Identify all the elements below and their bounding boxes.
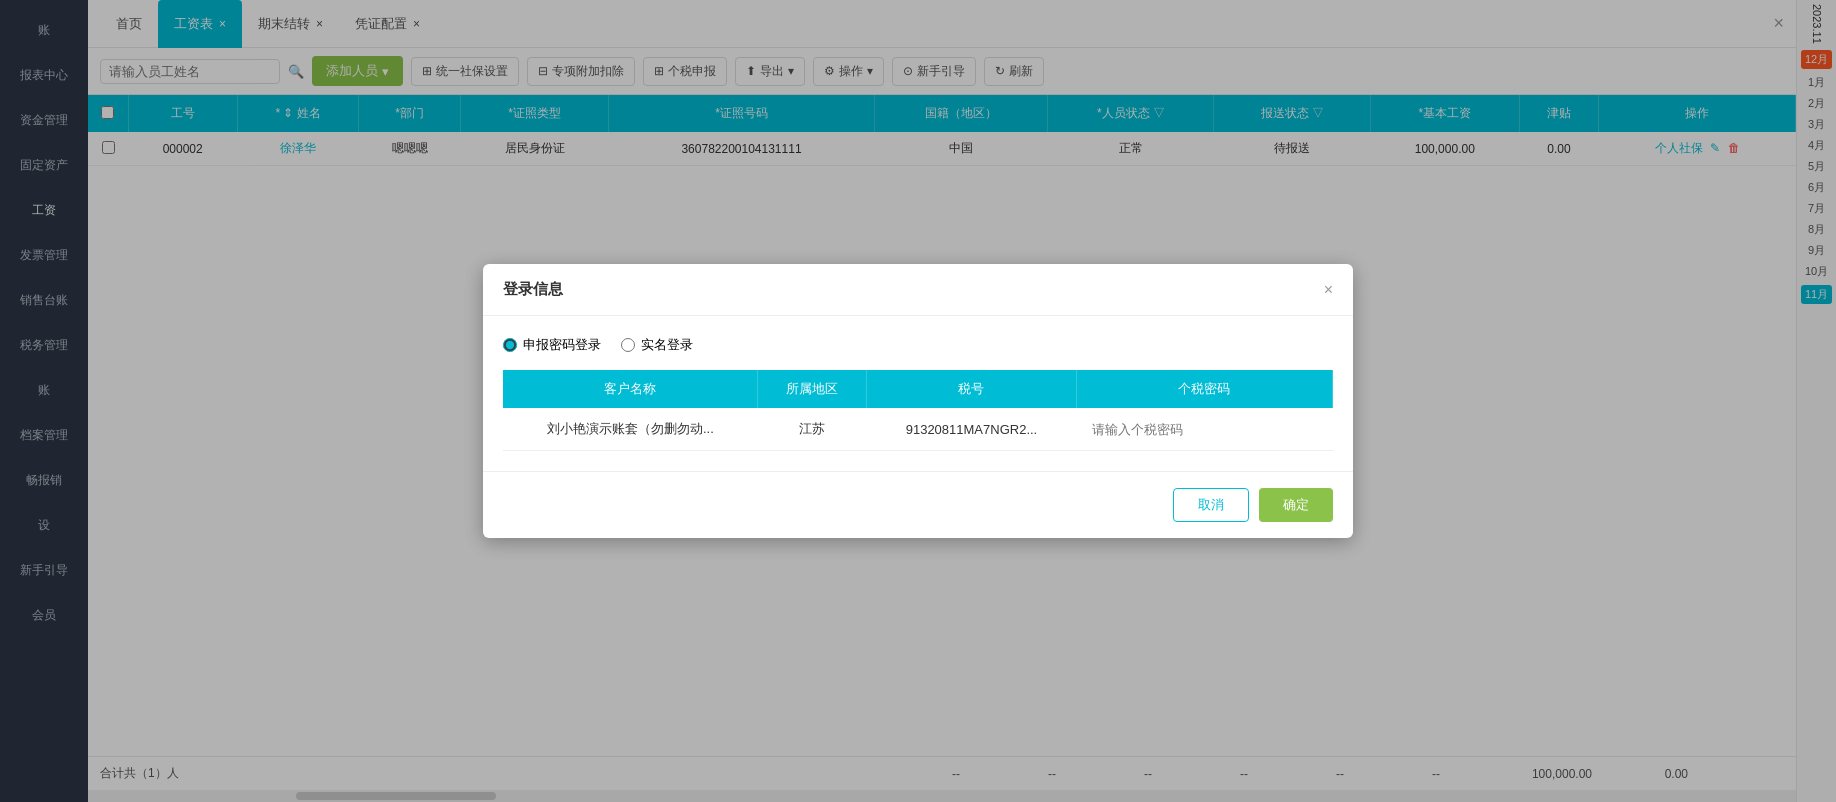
- tax-password-input-cell: [1076, 408, 1332, 451]
- login-modal: 登录信息 × 申报密码登录 实名登录 客户名称 所属地区: [483, 264, 1353, 538]
- modal-col-name: 客户名称: [503, 370, 758, 408]
- modal-col-region: 所属地区: [758, 370, 867, 408]
- modal-close-button[interactable]: ×: [1324, 281, 1333, 299]
- modal-col-tax-no: 税号: [867, 370, 1077, 408]
- radio-realname-login[interactable]: 实名登录: [621, 336, 693, 354]
- confirm-button[interactable]: 确定: [1259, 488, 1333, 522]
- tax-password-input[interactable]: [1092, 422, 1316, 437]
- client-name: 刘小艳演示账套（勿删勿动...: [503, 408, 758, 451]
- radio-password-login[interactable]: 申报密码登录: [503, 336, 601, 354]
- modal-header: 登录信息 ×: [483, 264, 1353, 316]
- modal-overlay: 登录信息 × 申报密码登录 实名登录 客户名称 所属地区: [0, 0, 1836, 802]
- radio-password-input[interactable]: [503, 338, 517, 352]
- client-tax-no: 91320811MA7NGR2...: [867, 408, 1077, 451]
- modal-col-password: 个税密码: [1076, 370, 1332, 408]
- cancel-button[interactable]: 取消: [1173, 488, 1249, 522]
- modal-footer: 取消 确定: [483, 471, 1353, 538]
- modal-title: 登录信息: [503, 280, 563, 299]
- login-type-radio-group: 申报密码登录 实名登录: [503, 336, 1333, 354]
- login-info-table: 客户名称 所属地区 税号 个税密码 刘小艳演示账套（勿删勿动... 江苏 913…: [503, 370, 1333, 451]
- modal-table-row: 刘小艳演示账套（勿删勿动... 江苏 91320811MA7NGR2...: [503, 408, 1333, 451]
- radio-realname-input[interactable]: [621, 338, 635, 352]
- client-region: 江苏: [758, 408, 867, 451]
- modal-body: 申报密码登录 实名登录 客户名称 所属地区 税号 个税密码: [483, 316, 1353, 471]
